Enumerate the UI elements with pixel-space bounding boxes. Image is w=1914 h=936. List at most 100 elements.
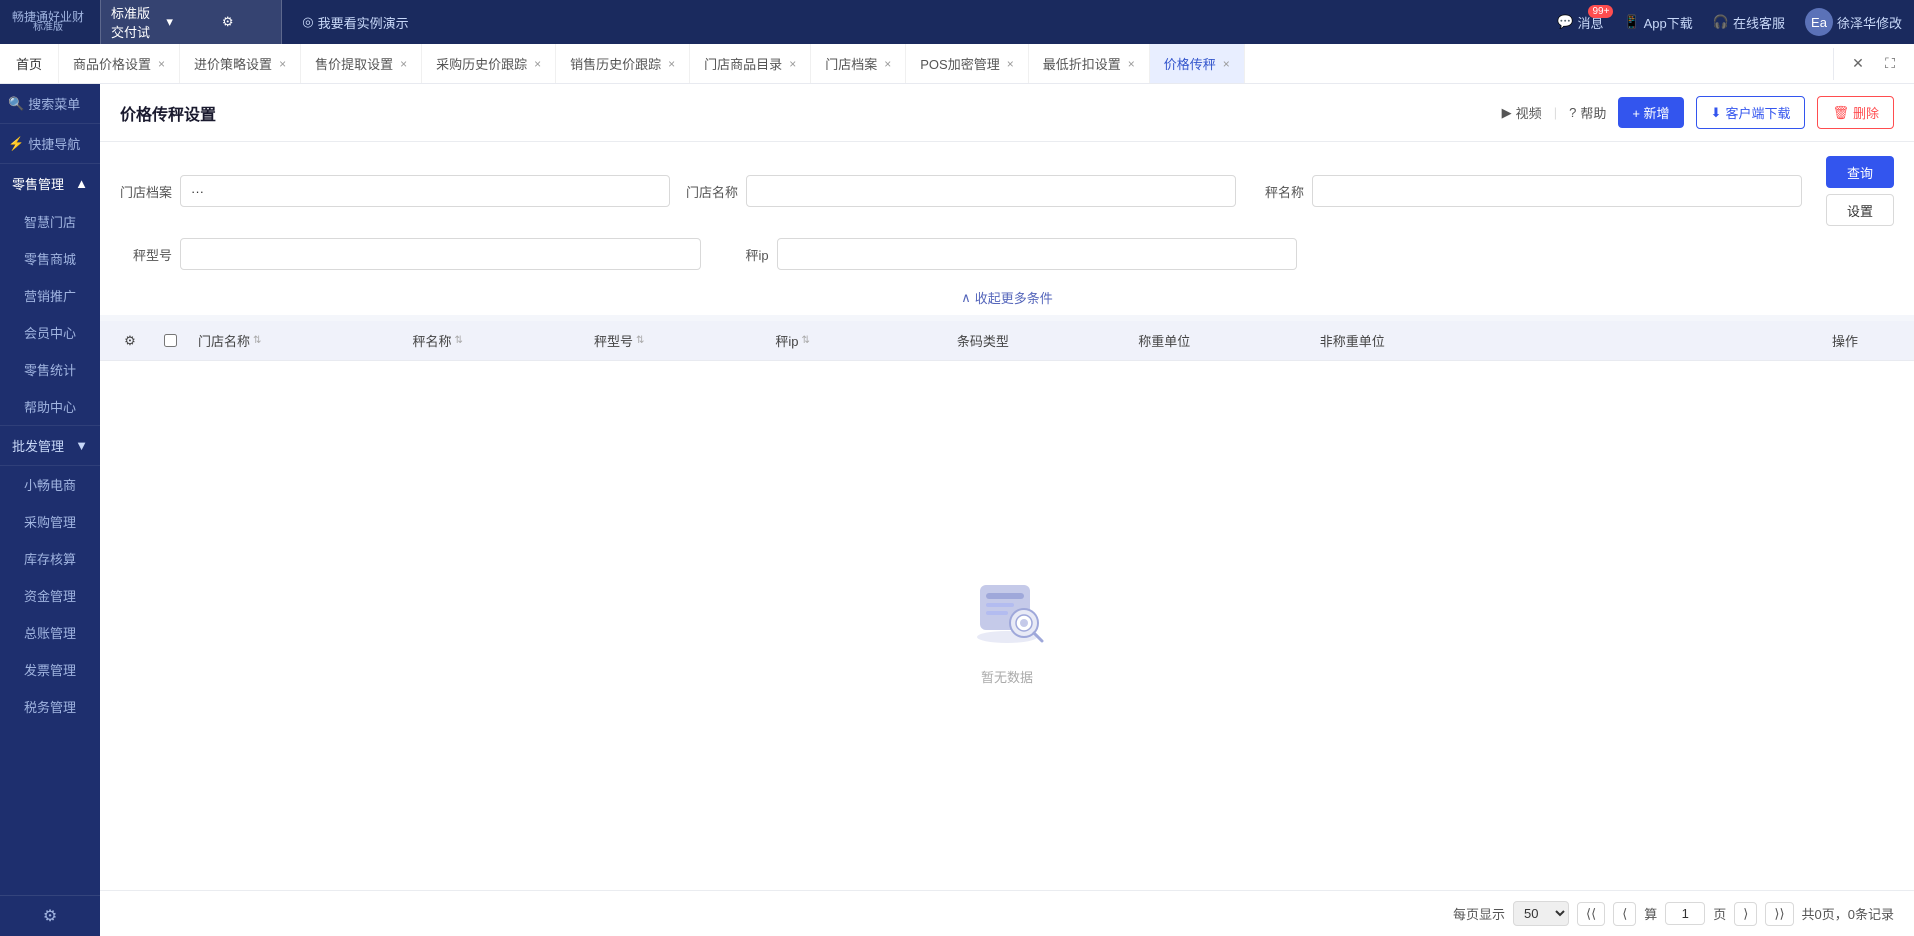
- scale-model-input[interactable]: [180, 238, 701, 270]
- sidebar-item-purchase[interactable]: 采购管理: [0, 503, 100, 540]
- sidebar-item-inventory[interactable]: 库存核算: [0, 540, 100, 577]
- tab-sales-history[interactable]: 销售历史价跟踪 ×: [556, 44, 690, 84]
- help-label: 帮助: [1580, 103, 1606, 122]
- sidebar-item-ledger[interactable]: 总账管理: [0, 614, 100, 651]
- sidebar-item-help[interactable]: 帮助中心: [0, 388, 100, 425]
- th-weight-unit: 称重单位: [1130, 321, 1311, 360]
- tab-purchase-history-label: 采购历史价跟踪: [436, 54, 527, 73]
- tab-price-scale-close[interactable]: ×: [1223, 57, 1230, 71]
- first-page-button[interactable]: ⟨⟨: [1577, 902, 1605, 926]
- scale-name-input[interactable]: [1312, 175, 1802, 207]
- query-button[interactable]: 查询: [1826, 156, 1894, 188]
- delete-button[interactable]: 🗑 删除: [1817, 96, 1894, 129]
- messages-button[interactable]: 💬 消息 99+: [1557, 13, 1603, 32]
- tab-sales-history-close[interactable]: ×: [668, 57, 675, 71]
- app-version: 标准版: [33, 23, 63, 33]
- tab-min-discount[interactable]: 最低折扣设置 ×: [1029, 44, 1150, 84]
- help-label: 帮助中心: [24, 400, 76, 415]
- download-label: 客户端下载: [1725, 103, 1790, 122]
- tab-min-discount-close[interactable]: ×: [1128, 57, 1135, 71]
- sidebar-item-ecommerce[interactable]: 小畅电商: [0, 466, 100, 503]
- store-name-input[interactable]: [746, 175, 1236, 207]
- sidebar-item-member[interactable]: 会员中心: [0, 314, 100, 351]
- app-download-button[interactable]: 📱 App下载: [1623, 13, 1692, 32]
- tab-purchase-history-close[interactable]: ×: [534, 57, 541, 71]
- tab-store-catalog-close[interactable]: ×: [789, 57, 796, 71]
- retail-stats-label: 零售统计: [24, 363, 76, 378]
- user-menu[interactable]: Ea 徐泽华修改: [1805, 8, 1902, 36]
- tab-pos-encrypt[interactable]: POS加密管理 ×: [906, 44, 1028, 84]
- scale-ip-input[interactable]: [777, 238, 1298, 270]
- sort-scale-model-icon[interactable]: ⇅: [636, 335, 644, 346]
- sidebar-quick-nav[interactable]: ⚡ 快捷导航: [0, 124, 100, 164]
- sidebar-settings-icon[interactable]: ⚙: [43, 906, 57, 926]
- last-page-button[interactable]: ⟩⟩: [1765, 902, 1793, 926]
- filter-store-file: 门店档案 ···: [120, 175, 670, 207]
- chevron-down-icon: ▾: [166, 14, 215, 30]
- th-settings[interactable]: ⚙: [110, 321, 150, 360]
- th-scale-name-label: 秤名称: [413, 331, 452, 350]
- tab-store-file-close[interactable]: ×: [884, 57, 891, 71]
- messages-icon: 💬: [1557, 14, 1573, 30]
- tab-purchase-history[interactable]: 采购历史价跟踪 ×: [422, 44, 556, 84]
- ledger-label: 总账管理: [24, 626, 76, 641]
- sidebar-item-retail-stats[interactable]: 零售统计: [0, 351, 100, 388]
- add-button[interactable]: + 新增: [1618, 97, 1683, 128]
- tab-price-settings[interactable]: 商品价格设置 ×: [59, 44, 180, 84]
- sidebar-search[interactable]: 🔍 搜索菜单: [0, 84, 100, 124]
- empty-illustration: [962, 565, 1052, 655]
- online-service-button[interactable]: 🎧 在线客服: [1713, 13, 1785, 32]
- th-barcode-type-label: 条码类型: [957, 331, 1009, 350]
- tab-sale-extract-close[interactable]: ×: [400, 57, 407, 71]
- close-tab-button[interactable]: ✕: [1842, 48, 1874, 80]
- th-scale-model-label: 秤型号: [594, 331, 633, 350]
- sidebar-item-invoice[interactable]: 发票管理: [0, 651, 100, 688]
- tab-store-catalog[interactable]: 门店商品目录 ×: [690, 44, 811, 84]
- video-link[interactable]: ▶ 视频: [1502, 103, 1542, 122]
- setup-button[interactable]: 设置: [1826, 194, 1894, 226]
- sidebar-item-retail-mall[interactable]: 零售商城: [0, 240, 100, 277]
- page-number-input[interactable]: [1665, 902, 1705, 925]
- chevron-up-icon: ▲: [75, 176, 88, 191]
- help-link[interactable]: ? 帮助: [1569, 103, 1606, 122]
- sort-scale-name-icon[interactable]: ⇅: [455, 335, 463, 346]
- tab-price-scale-label: 价格传秤: [1164, 54, 1216, 73]
- maximize-tab-button[interactable]: ⛶: [1874, 48, 1906, 80]
- tab-pos-encrypt-close[interactable]: ×: [1007, 57, 1014, 71]
- video-label: 视频: [1516, 103, 1542, 122]
- page-header-actions: ▶ 视频 | ? 帮助 + 新增 ⬇ 客户端下载 🗑 删除: [1502, 96, 1894, 129]
- tab-price-scale[interactable]: 价格传秤 ×: [1150, 44, 1245, 84]
- tab-store-file[interactable]: 门店档案 ×: [811, 44, 906, 84]
- table-header: ⚙ 门店名称 ⇅ 秤名称 ⇅ 秤型号 ⇅ 秤ip: [100, 321, 1914, 361]
- select-all-checkbox[interactable]: [164, 334, 177, 347]
- store-file-input[interactable]: ···: [180, 175, 670, 207]
- prev-page-button[interactable]: ⟨: [1613, 902, 1636, 926]
- download-button[interactable]: ⬇ 客户端下载: [1696, 96, 1806, 129]
- tab-purchase-strategy-close[interactable]: ×: [279, 57, 286, 71]
- sidebar-item-marketing[interactable]: 营销推广: [0, 277, 100, 314]
- retail-label: 零售管理: [12, 174, 64, 193]
- sort-store-name-icon[interactable]: ⇅: [253, 335, 261, 346]
- collapse-bar[interactable]: ∧ 收起更多条件: [120, 282, 1894, 315]
- messages-badge: 99+: [1588, 5, 1613, 18]
- settings-icon[interactable]: ⚙: [222, 14, 271, 30]
- tab-sale-extract[interactable]: 售价提取设置 ×: [301, 44, 422, 84]
- tab-home[interactable]: 首页: [0, 44, 59, 84]
- filter-store-name: 门店名称: [686, 175, 1236, 207]
- sidebar-section-retail-header[interactable]: 零售管理 ▲: [0, 164, 100, 203]
- sidebar-item-finance[interactable]: 资金管理: [0, 577, 100, 614]
- tab-store-file-label: 门店档案: [825, 54, 877, 73]
- sort-scale-ip-icon[interactable]: ⇅: [802, 335, 810, 346]
- sidebar-item-smart-store[interactable]: 智慧门店: [0, 203, 100, 240]
- tab-price-settings-close[interactable]: ×: [158, 57, 165, 71]
- retail-mall-label: 零售商城: [24, 252, 76, 267]
- filter-scale-model: 秤型号: [120, 238, 701, 270]
- next-page-button[interactable]: ⟩: [1734, 902, 1757, 926]
- tab-purchase-strategy[interactable]: 进价策略设置 ×: [180, 44, 301, 84]
- sidebar-item-tax[interactable]: 税务管理: [0, 688, 100, 725]
- th-checkbox[interactable]: [150, 321, 190, 360]
- sidebar-section-wholesale-header[interactable]: 批发管理 ▼: [0, 426, 100, 465]
- per-page-select[interactable]: 50 20 100: [1513, 901, 1569, 926]
- demo-link[interactable]: ◎ 我要看实例演示: [302, 13, 408, 32]
- sidebar-search-label: 搜索菜单: [28, 94, 80, 113]
